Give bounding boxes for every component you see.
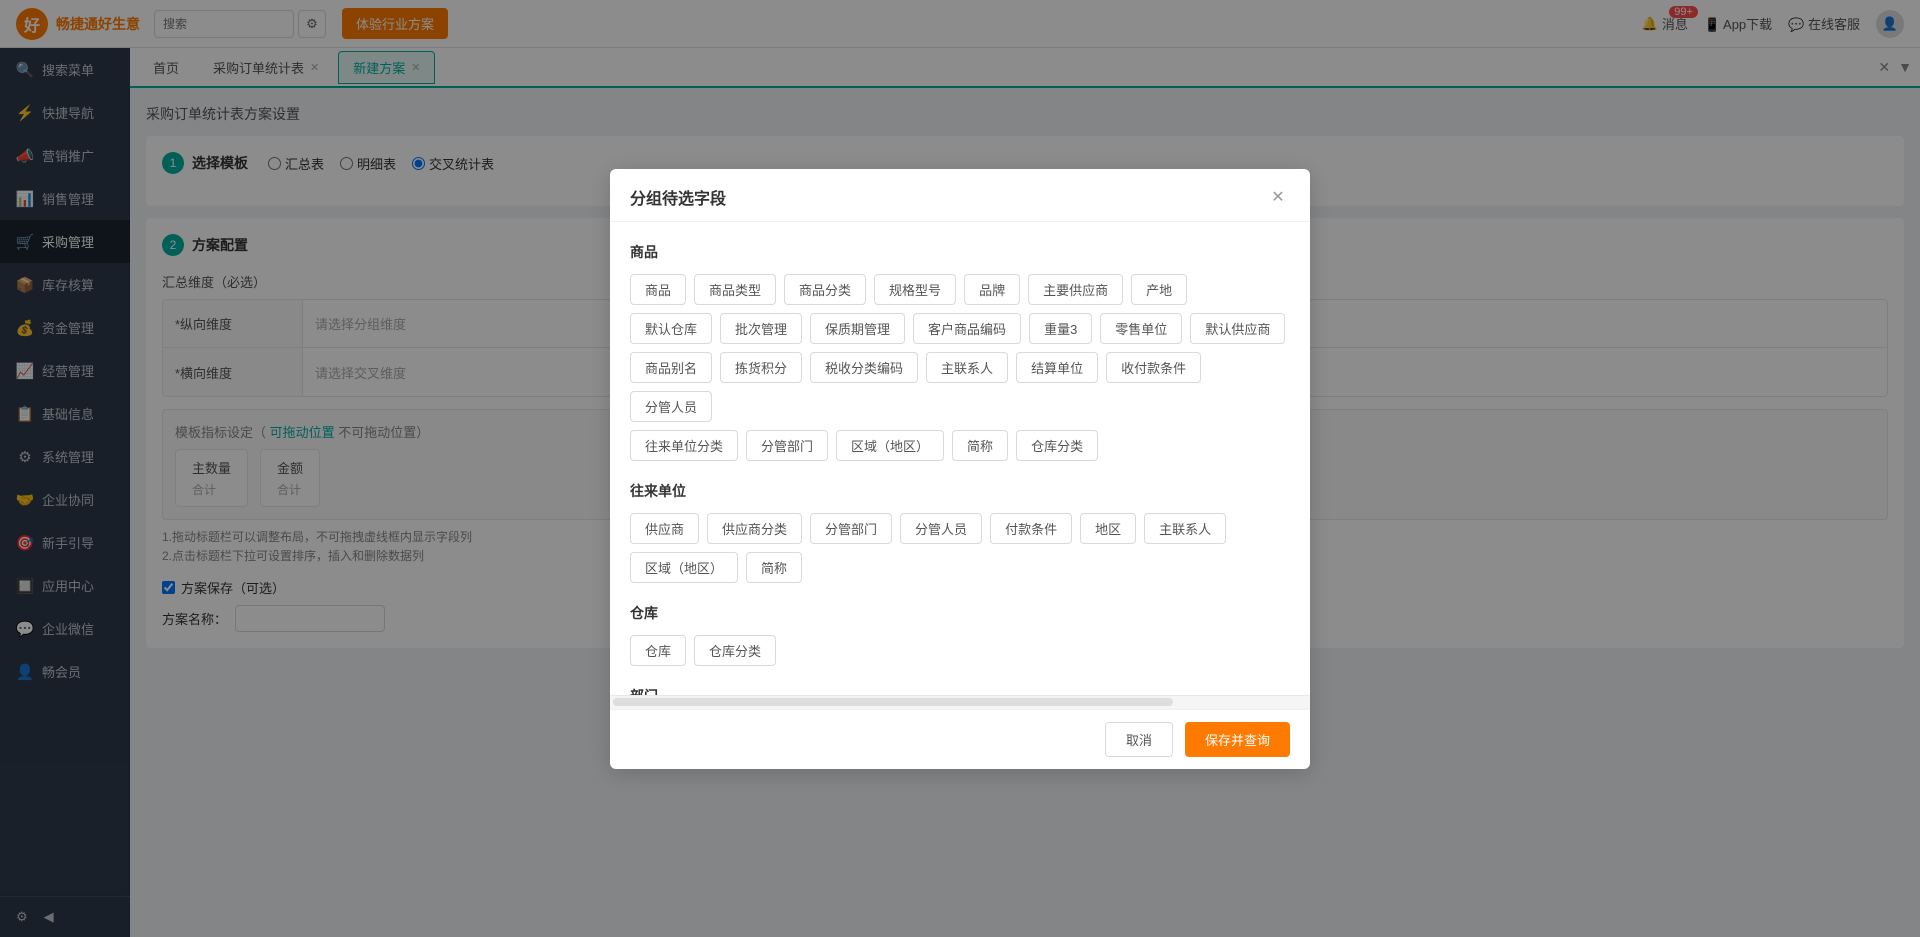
field-group-department: 部门 部门 (630, 686, 1290, 695)
field-tag-weight[interactable]: 重量3 (1029, 313, 1092, 344)
modal-dialog: 分组待选字段 ✕ 商品 商品 商品类型 商品分类 规格型号 品牌 主要供应商 产… (610, 169, 1310, 769)
field-tag-supplier[interactable]: 供应商 (630, 513, 699, 544)
field-tag-mgr-dept[interactable]: 分管部门 (810, 513, 892, 544)
field-tag-brand[interactable]: 品牌 (964, 274, 1020, 305)
field-tag-supplier-category[interactable]: 供应商分类 (707, 513, 802, 544)
field-group-goods-title: 商品 (630, 242, 1290, 262)
field-tag-spec[interactable]: 规格型号 (874, 274, 956, 305)
field-tag-default-supplier[interactable]: 默认供应商 (1190, 313, 1285, 344)
field-tag-batch[interactable]: 批次管理 (720, 313, 802, 344)
field-tag-default-warehouse[interactable]: 默认仓库 (630, 313, 712, 344)
partner-tags-2: 区域（地区） 简称 (630, 552, 1290, 583)
field-tag-settlement-unit[interactable]: 结算单位 (1016, 352, 1098, 383)
field-tag-abbr[interactable]: 简称 (952, 430, 1008, 461)
field-tag-warehouse[interactable]: 仓库 (630, 635, 686, 666)
field-group-warehouse-title: 仓库 (630, 603, 1290, 623)
modal-footer: 取消 保存并查询 (610, 709, 1310, 769)
goods-tags-3: 商品别名 拣货积分 税收分类编码 主联系人 结算单位 收付款条件 分管人员 (630, 352, 1290, 422)
field-tag-main-supplier[interactable]: 主要供应商 (1028, 274, 1123, 305)
field-tag-main-contact[interactable]: 主联系人 (926, 352, 1008, 383)
modal-horizontal-scrollbar[interactable] (610, 695, 1310, 709)
field-tag-payment-terms[interactable]: 收付款条件 (1106, 352, 1201, 383)
modal-confirm-btn[interactable]: 保存并查询 (1185, 722, 1290, 757)
warehouse-tags: 仓库 仓库分类 (630, 635, 1290, 666)
modal-body: 商品 商品 商品类型 商品分类 规格型号 品牌 主要供应商 产地 默认仓库 批次… (610, 222, 1310, 695)
field-group-warehouse: 仓库 仓库 仓库分类 (630, 603, 1290, 666)
field-tag-shelf-life[interactable]: 保质期管理 (810, 313, 905, 344)
field-tag-area[interactable]: 地区 (1080, 513, 1136, 544)
modal-close-btn[interactable]: ✕ (1266, 185, 1290, 209)
field-tag-region2[interactable]: 区域（地区） (630, 552, 738, 583)
modal-title: 分组待选字段 (630, 185, 726, 209)
goods-tags-4: 往来单位分类 分管部门 区域（地区） 简称 仓库分类 (630, 430, 1290, 461)
field-tag-main-contact2[interactable]: 主联系人 (1144, 513, 1226, 544)
field-tag-partner-category[interactable]: 往来单位分类 (630, 430, 738, 461)
field-tag-pay-term[interactable]: 付款条件 (990, 513, 1072, 544)
field-tag-region[interactable]: 区域（地区） (836, 430, 944, 461)
field-tag-mgr-person[interactable]: 分管人员 (900, 513, 982, 544)
goods-tags: 商品 商品类型 商品分类 规格型号 品牌 主要供应商 产地 (630, 274, 1290, 305)
field-tag-retail-unit[interactable]: 零售单位 (1100, 313, 1182, 344)
field-tag-customer-code[interactable]: 客户商品编码 (913, 313, 1021, 344)
field-tag-tax-code[interactable]: 税收分类编码 (810, 352, 918, 383)
partner-tags: 供应商 供应商分类 分管部门 分管人员 付款条件 地区 主联系人 (630, 513, 1290, 544)
field-tag-origin[interactable]: 产地 (1131, 274, 1187, 305)
field-tag-goods[interactable]: 商品 (630, 274, 686, 305)
scrollbar-thumb (613, 698, 1173, 706)
field-tag-warehouse-cat[interactable]: 仓库分类 (694, 635, 776, 666)
modal-cancel-btn[interactable]: 取消 (1105, 722, 1173, 757)
field-group-partner: 往来单位 供应商 供应商分类 分管部门 分管人员 付款条件 地区 主联系人 区域… (630, 481, 1290, 583)
field-group-department-title: 部门 (630, 686, 1290, 695)
field-tag-warehouse-category[interactable]: 仓库分类 (1016, 430, 1098, 461)
field-group-goods: 商品 商品 商品类型 商品分类 规格型号 品牌 主要供应商 产地 默认仓库 批次… (630, 242, 1290, 461)
field-group-partner-title: 往来单位 (630, 481, 1290, 501)
field-tag-dept[interactable]: 分管部门 (746, 430, 828, 461)
goods-tags-2: 默认仓库 批次管理 保质期管理 客户商品编码 重量3 零售单位 默认供应商 (630, 313, 1290, 344)
field-tag-pick-score[interactable]: 拣货积分 (720, 352, 802, 383)
modal-header: 分组待选字段 ✕ (610, 169, 1310, 222)
field-tag-manager[interactable]: 分管人员 (630, 391, 712, 422)
field-tag-abbr2[interactable]: 简称 (746, 552, 802, 583)
field-tag-goods-category[interactable]: 商品分类 (784, 274, 866, 305)
modal-overlay: 分组待选字段 ✕ 商品 商品 商品类型 商品分类 规格型号 品牌 主要供应商 产… (0, 0, 1920, 937)
field-tag-alias[interactable]: 商品别名 (630, 352, 712, 383)
field-tag-goods-type[interactable]: 商品类型 (694, 274, 776, 305)
